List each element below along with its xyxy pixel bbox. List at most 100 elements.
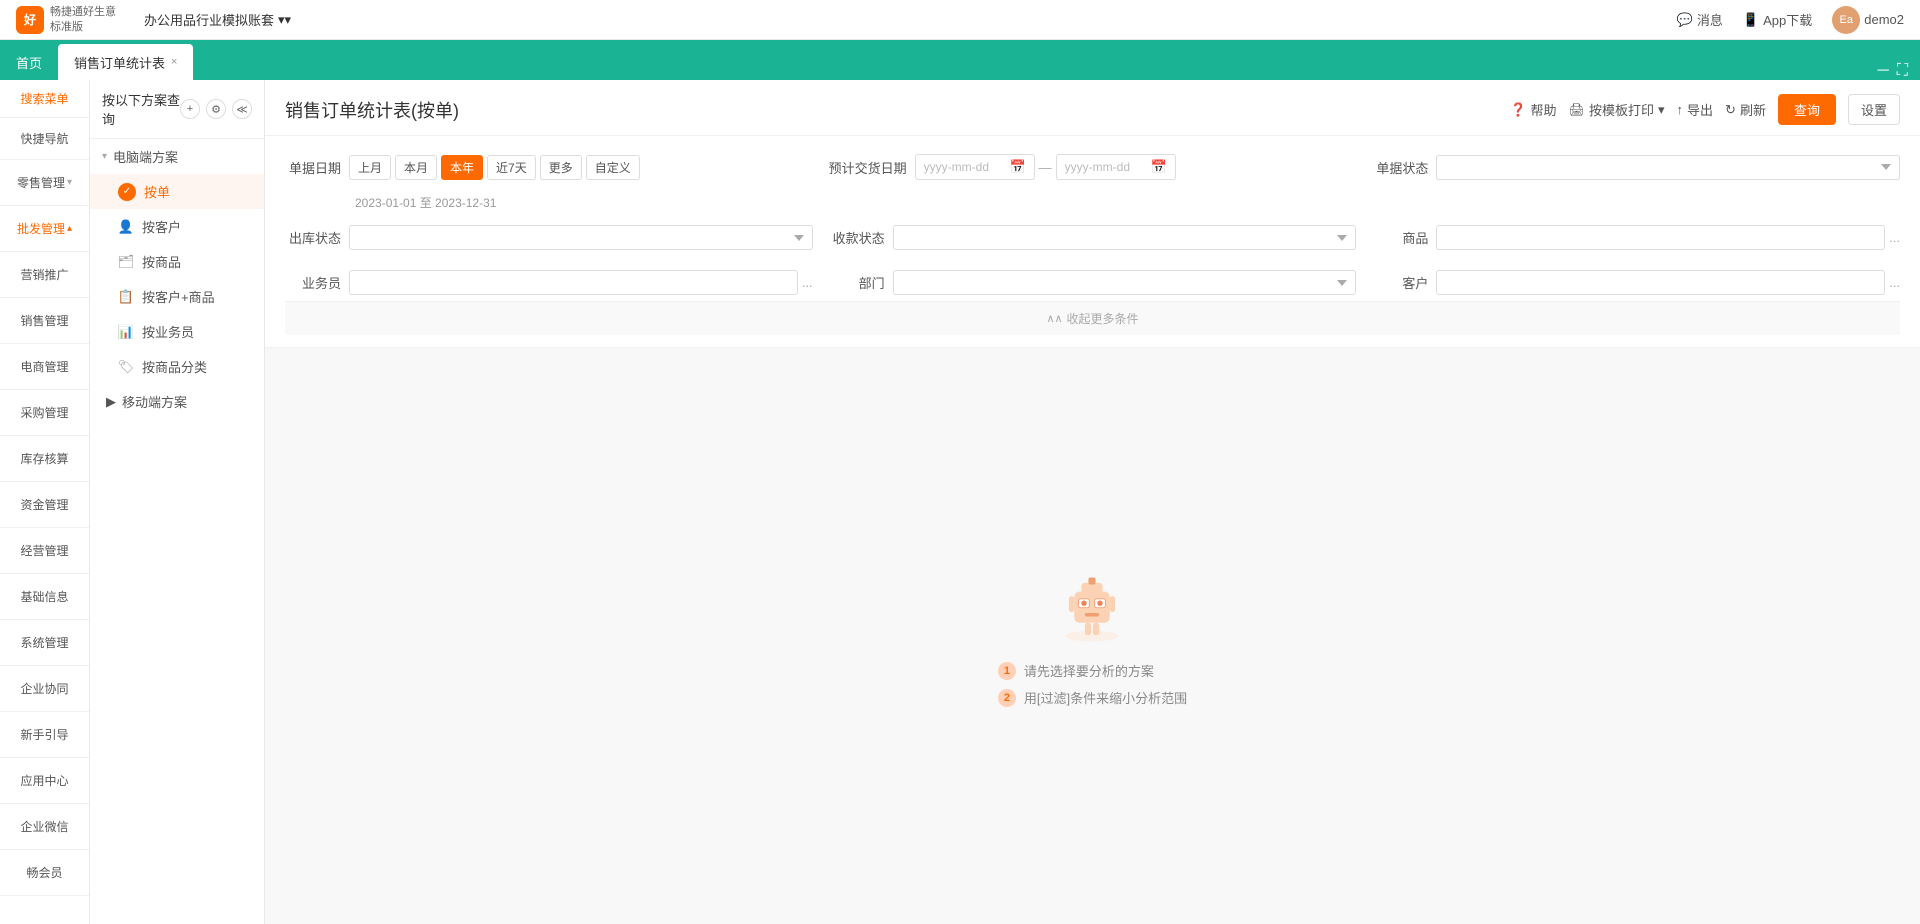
goods-input[interactable] xyxy=(1436,225,1885,250)
export-button[interactable]: ↑ 导出 xyxy=(1677,100,1714,119)
page-header: 销售订单统计表(按单) ❓ 帮助 🖨 按模板打印 ▾ ↑ 导出 xyxy=(265,80,1920,136)
top-bar: 好 畅捷通好生意 标准版 办公用品行业模拟账套 ▾ 💬 消息 📱 App下载 E… xyxy=(0,0,1920,40)
customer-label: 客户 xyxy=(1372,273,1428,292)
nav-tabs: 首页 销售订单统计表 × ─ ⛶ xyxy=(0,40,1920,80)
goods-dots-button[interactable]: ... xyxy=(1889,230,1900,245)
sidebar-item-finance[interactable]: 资金管理 xyxy=(0,482,89,528)
expected-date-end[interactable]: yyyy-mm-dd 📅 xyxy=(1056,154,1176,180)
date-btn-this-year[interactable]: 本年 xyxy=(441,155,483,180)
goods-label: 商品 xyxy=(1372,228,1428,247)
scheme-item-by-goods[interactable]: 🗂 按商品 xyxy=(90,244,264,279)
refresh-button[interactable]: ↻ 刷新 xyxy=(1725,100,1766,119)
sidebar-item-basic[interactable]: 基础信息 xyxy=(0,574,89,620)
sidebar-item-sales[interactable]: 销售管理 xyxy=(0,298,89,344)
sidebar-item-retail[interactable]: 零售管理 ▾ xyxy=(0,160,89,206)
pc-scheme-group: ▾ 电脑端方案 ✓ 按单 👤 按客户 🗂 按商品 📋 按客户+商品 xyxy=(90,139,264,384)
customer-dots-button[interactable]: ... xyxy=(1889,275,1900,290)
empty-illustration xyxy=(1042,565,1142,645)
collapse-scheme-button[interactable]: ≪ xyxy=(232,99,252,119)
triangle-icon: ▾ xyxy=(102,151,107,162)
department-select[interactable] xyxy=(893,270,1357,295)
sidebar-item-corp[interactable]: 企业协同 xyxy=(0,666,89,712)
empty-tip-2: 2 用[过滤]条件来缩小分析范围 xyxy=(998,688,1187,707)
export-icon: ↑ xyxy=(1677,102,1684,117)
date-btn-7days[interactable]: 近7天 xyxy=(487,155,536,180)
scheme-panel-actions: + ⚙ ≪ xyxy=(180,99,252,119)
sidebar-item-purchase[interactable]: 采购管理 xyxy=(0,390,89,436)
company-selector[interactable]: 办公用品行业模拟账套 ▾ xyxy=(144,10,291,29)
empty-state: 1 请先选择要分析的方案 2 用[过滤]条件来缩小分析范围 xyxy=(998,565,1187,707)
add-scheme-button[interactable]: + xyxy=(180,99,200,119)
content-area: 按以下方案查询 + ⚙ ≪ ▾ 电脑端方案 ✓ 按单 👤 按客户 xyxy=(90,80,1920,924)
empty-tips: 1 请先选择要分析的方案 2 用[过滤]条件来缩小分析范围 xyxy=(998,661,1187,707)
payment-status-select[interactable] xyxy=(893,225,1357,250)
customer-filter: 客户 ... xyxy=(1372,264,1900,301)
mobile-scheme-group-header[interactable]: ▶ 移动端方案 xyxy=(90,384,264,419)
sidebar-item-marketing[interactable]: 营销推广 xyxy=(0,252,89,298)
logo-area: 好 畅捷通好生意 标准版 xyxy=(16,5,116,34)
sidebar-item-corp-wechat[interactable]: 企业微信 xyxy=(0,804,89,850)
date-btn-custom[interactable]: 自定义 xyxy=(586,155,640,180)
logo-icon: 好 xyxy=(16,6,44,34)
help-button[interactable]: ❓ 帮助 xyxy=(1510,100,1556,119)
scheme-item-by-customer[interactable]: 👤 按客户 xyxy=(90,209,264,244)
pc-scheme-group-header[interactable]: ▾ 电脑端方案 xyxy=(90,139,264,174)
salesperson-dots-button[interactable]: ... xyxy=(802,275,813,290)
scheme-panel-header: 按以下方案查询 + ⚙ ≪ xyxy=(90,80,264,139)
goods-icon: 🗂 xyxy=(118,254,134,270)
sidebar-item-member[interactable]: 畅会员 xyxy=(0,850,89,896)
scheme-panel-title: 按以下方案查询 xyxy=(102,90,180,128)
sidebar-item-newbie[interactable]: 新手引导 xyxy=(0,712,89,758)
triangle-icon: ▶ xyxy=(106,394,116,410)
sidebar-item-system[interactable]: 系统管理 xyxy=(0,620,89,666)
settings-scheme-button[interactable]: ⚙ xyxy=(206,99,226,119)
sidebar-item-search[interactable]: 搜索菜单 xyxy=(0,80,89,118)
scheme-item-by-goods-category[interactable]: 🏷 按商品分类 xyxy=(90,349,264,384)
sidebar-item-ecom[interactable]: 电商管理 xyxy=(0,344,89,390)
customer-input[interactable] xyxy=(1436,270,1885,295)
expected-date-filter: 预计交货日期 yyyy-mm-dd 📅 — yyyy-mm-dd 📅 xyxy=(829,148,1357,186)
expected-date-start[interactable]: yyyy-mm-dd 📅 xyxy=(915,154,1035,180)
page-actions: ❓ 帮助 🖨 按模板打印 ▾ ↑ 导出 ↻ 刷新 xyxy=(1510,94,1900,125)
sidebar-item-app-center[interactable]: 应用中心 xyxy=(0,758,89,804)
out-status-select[interactable] xyxy=(349,225,813,250)
scheme-item-by-salesperson[interactable]: 📊 按业务员 xyxy=(90,314,264,349)
sidebar-item-wholesale[interactable]: 批发管理 ▴ xyxy=(0,206,89,252)
scheme-item-by-order[interactable]: ✓ 按单 xyxy=(90,174,264,209)
sidebar-item-inventory[interactable]: 库存核算 xyxy=(0,436,89,482)
scheme-item-by-customer-goods[interactable]: 📋 按客户+商品 xyxy=(90,279,264,314)
sidebar: 搜索菜单 快捷导航 零售管理 ▾ 批发管理 ▴ 营销推广 销售管理 电商管理 采… xyxy=(0,80,90,924)
chat-icon: 💬 xyxy=(1677,12,1693,28)
tab-home[interactable]: 首页 xyxy=(0,44,58,80)
print-icon: 🖨 xyxy=(1568,102,1585,118)
collapse-bar[interactable]: ∧∧ 收起更多条件 xyxy=(285,301,1900,335)
print-button[interactable]: 🖨 按模板打印 ▾ xyxy=(1568,100,1664,119)
maximize-icon[interactable]: ⛶ xyxy=(1897,62,1908,80)
out-status-filter: 出库状态 xyxy=(285,219,813,256)
expected-date-label: 预计交货日期 xyxy=(829,158,907,177)
app-download-button[interactable]: 📱 App下载 xyxy=(1743,10,1812,29)
user-menu[interactable]: Ea demo2 xyxy=(1832,6,1904,34)
tip-num-1: 1 xyxy=(998,662,1016,680)
person-icon: 👤 xyxy=(118,219,134,235)
salesperson-input[interactable] xyxy=(349,270,798,295)
sidebar-item-operations[interactable]: 经营管理 xyxy=(0,528,89,574)
refresh-icon: ↻ xyxy=(1725,102,1736,118)
minimize-icon[interactable]: ─ xyxy=(1877,62,1888,80)
payment-status-filter: 收款状态 xyxy=(829,219,1357,256)
sidebar-item-quick-nav[interactable]: 快捷导航 xyxy=(0,118,89,160)
nav-actions: ─ ⛶ xyxy=(1865,62,1920,80)
tab-close-icon[interactable]: × xyxy=(171,56,177,68)
tab-sales-order-stats[interactable]: 销售订单统计表 × xyxy=(58,44,193,80)
calendar-icon: 📅 xyxy=(1150,159,1166,175)
status-select[interactable] xyxy=(1436,155,1900,180)
top-bar-left: 好 畅捷通好生意 标准版 办公用品行业模拟账套 ▾ xyxy=(16,5,291,34)
message-button[interactable]: 💬 消息 xyxy=(1677,10,1723,29)
date-btn-last-month[interactable]: 上月 xyxy=(349,155,391,180)
date-btn-this-month[interactable]: 本月 xyxy=(395,155,437,180)
out-status-label: 出库状态 xyxy=(285,228,341,247)
date-btn-more[interactable]: 更多 xyxy=(540,155,582,180)
settings-button[interactable]: 设置 xyxy=(1848,94,1900,125)
query-button[interactable]: 查询 xyxy=(1778,94,1836,125)
date-filter: 单据日期 上月 本月 本年 近7天 更多 自定义 xyxy=(285,148,813,186)
